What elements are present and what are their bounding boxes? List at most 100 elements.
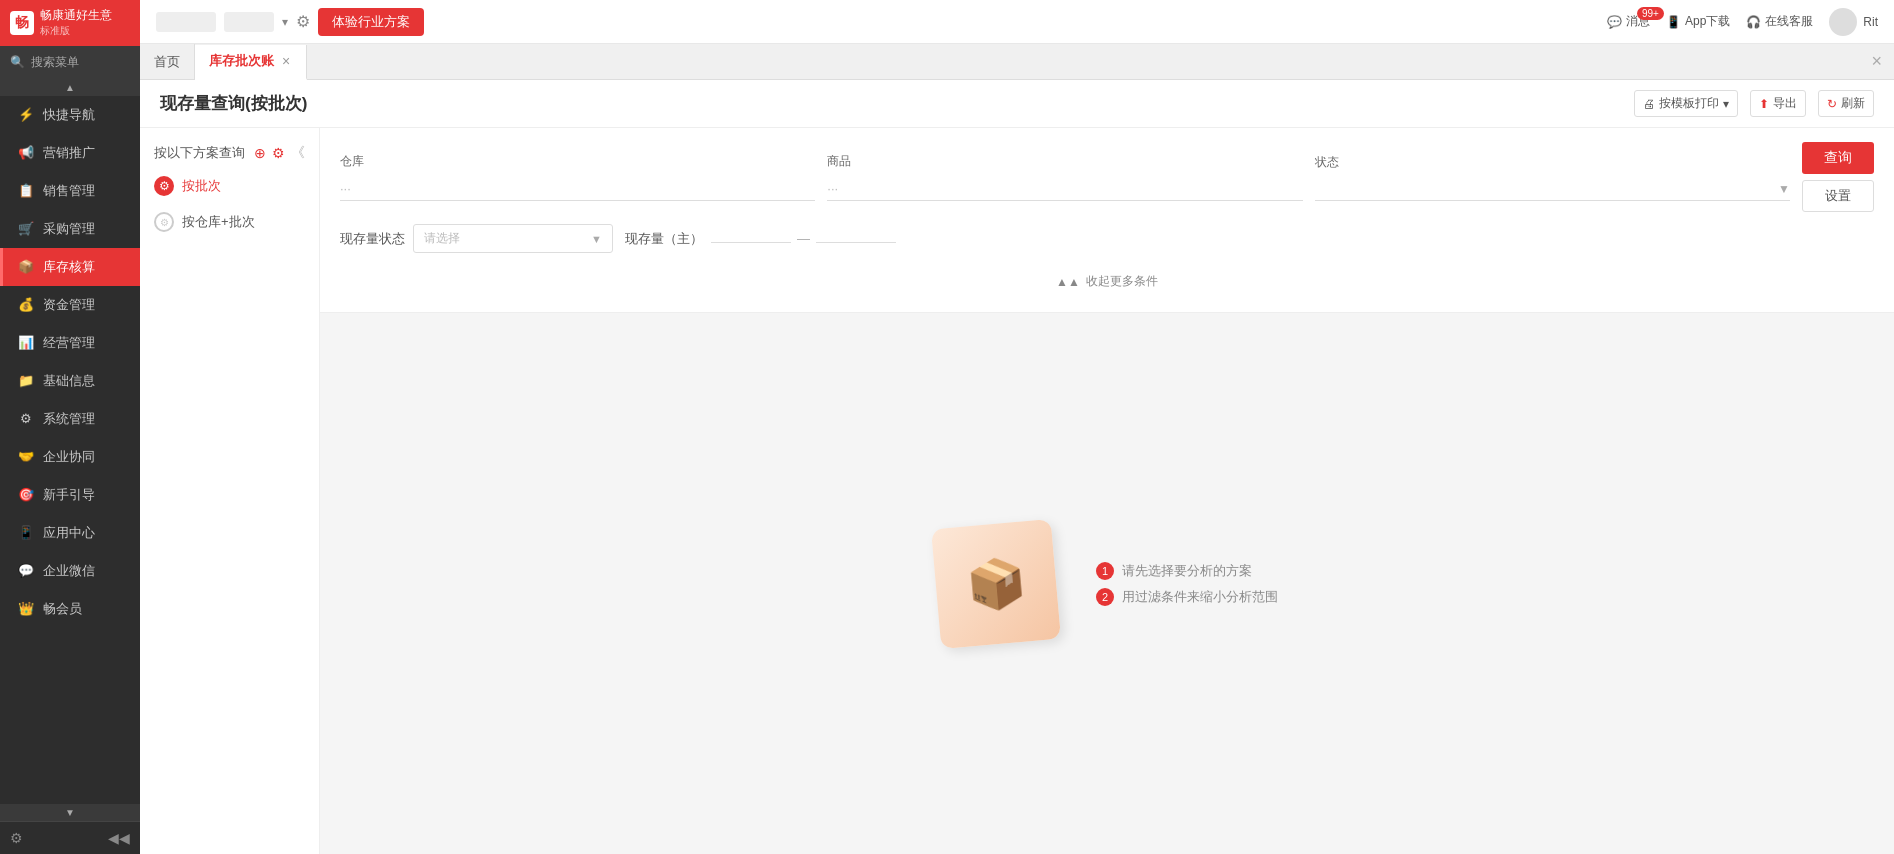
sidebar-item-marketing[interactable]: 📢 营销推广 (0, 134, 140, 172)
stock-qty-group: 现存量（主） — (625, 230, 896, 248)
breadcrumb (156, 12, 274, 32)
export-button[interactable]: ⬆ 导出 (1750, 90, 1806, 117)
app-download-button[interactable]: 📱 App下载 (1666, 13, 1730, 30)
sidebar-item-label: 系统管理 (43, 410, 95, 428)
warehouse-input[interactable]: ··· (340, 177, 815, 201)
sidebar-item-label: 畅会员 (43, 600, 82, 618)
appstore-icon: 📱 (17, 524, 35, 542)
print-label: 按模板打印 (1659, 95, 1719, 112)
status-field: 状态 ▼ (1315, 154, 1790, 201)
collapse-sidebar-icon[interactable]: ◀◀ (108, 830, 130, 846)
sidebar-item-label: 企业微信 (43, 562, 95, 580)
app-version: 标准版 (40, 24, 112, 38)
form-action-buttons: 查询 设置 (1802, 142, 1874, 212)
filter-option-batch-label: 按批次 (182, 177, 221, 195)
filter-panel-header: 按以下方案查询 ⊕ ⚙ 《 (140, 138, 319, 168)
breadcrumb-nav (224, 12, 274, 32)
filter-option-warehouse-batch[interactable]: ⚙ 按仓库+批次 (140, 204, 319, 240)
sidebar: 畅 畅康通好生意 标准版 🔍 搜索菜单 ▲ ⚡ 快捷导航 📢 营销推广 📋 销售… (0, 0, 140, 854)
system-icon: ⚙ (17, 410, 35, 428)
stock-status-select[interactable]: 请选择 ▼ (413, 224, 613, 253)
page-title: 现存量查询(按批次) (160, 92, 307, 115)
status-dropdown[interactable]: ▼ (1315, 178, 1790, 201)
stock-qty-label: 现存量（主） (625, 230, 703, 248)
batch-filter-icon: ⚙ (154, 176, 174, 196)
filter-option-batch[interactable]: ⚙ 按批次 (140, 168, 319, 204)
customer-service-button[interactable]: 🎧 在线客服 (1746, 13, 1813, 30)
stock-status-group: 现存量状态 请选择 ▼ (340, 224, 613, 253)
collapse-up-icon: ▲▲ (1056, 275, 1080, 289)
settings-button[interactable]: 设置 (1802, 180, 1874, 212)
warehouse-label: 仓库 (340, 153, 815, 170)
query-button[interactable]: 查询 (1802, 142, 1874, 174)
sidebar-item-label: 库存核算 (43, 258, 95, 276)
app-name: 畅康通好生意 (40, 8, 112, 24)
sidebar-item-purchase[interactable]: 🛒 采购管理 (0, 210, 140, 248)
sidebar-item-newbie[interactable]: 🎯 新手引导 (0, 476, 140, 514)
trial-button[interactable]: 体验行业方案 (318, 8, 424, 36)
topbar-dropdown-icon[interactable]: ▾ (282, 15, 288, 29)
filter-panel-title: 按以下方案查询 (154, 144, 245, 162)
stock-qty-min-input[interactable] (711, 234, 791, 243)
settings-icon[interactable]: ⚙ (10, 830, 23, 846)
topbar-right: 💬 消息 99+ 📱 App下载 🎧 在线客服 Rit (1607, 8, 1878, 36)
status-dropdown-arrow: ▼ (1778, 182, 1790, 196)
warehouse-batch-filter-icon: ⚙ (154, 212, 174, 232)
sales-icon: 📋 (17, 182, 35, 200)
export-icon: ⬆ (1759, 97, 1769, 111)
app-logo: 畅 (10, 11, 34, 35)
print-button[interactable]: 🖨 按模板打印 ▾ (1634, 90, 1738, 117)
tab-home-label: 首页 (154, 53, 180, 71)
sidebar-item-shortcut[interactable]: ⚡ 快捷导航 (0, 96, 140, 134)
sidebar-item-basic[interactable]: 📁 基础信息 (0, 362, 140, 400)
batch-icon-inner: ⚙ (159, 179, 170, 193)
sidebar-item-label: 销售管理 (43, 182, 95, 200)
empty-tip-2: 2 用过滤条件来缩小分析范围 (1096, 588, 1278, 606)
collapse-panel-icon[interactable]: 《 (291, 144, 305, 162)
enterprise-icon: 🤝 (17, 448, 35, 466)
search-menu-bar[interactable]: 🔍 搜索菜单 (0, 46, 140, 79)
add-filter-icon[interactable]: ⊕ (254, 145, 266, 161)
edit-filter-icon[interactable]: ⚙ (272, 145, 285, 161)
notice-icon: 💬 (1607, 15, 1622, 29)
tip-text-1: 请先选择要分析的方案 (1122, 562, 1252, 580)
scroll-up-arrow[interactable]: ▲ (0, 79, 140, 96)
collapse-bar[interactable]: ▲▲ 收起更多条件 (340, 265, 1874, 298)
sidebar-item-label: 经营管理 (43, 334, 95, 352)
export-label: 导出 (1773, 95, 1797, 112)
empty-tip-1: 1 请先选择要分析的方案 (1096, 562, 1278, 580)
print-dropdown-icon: ▾ (1723, 97, 1729, 111)
sidebar-item-sales[interactable]: 📋 销售管理 (0, 172, 140, 210)
sidebar-item-operations[interactable]: 📊 经营管理 (0, 324, 140, 362)
sidebar-item-wechat[interactable]: 💬 企业微信 (0, 552, 140, 590)
tab-home[interactable]: 首页 (140, 44, 195, 79)
service-icon: 🎧 (1746, 15, 1761, 29)
tab-close-button[interactable]: × (280, 53, 292, 69)
sidebar-nav: ⚡ 快捷导航 📢 营销推广 📋 销售管理 🛒 采购管理 📦 库存核算 💰 资金管… (0, 96, 140, 804)
stock-qty-max-input[interactable] (816, 234, 896, 243)
sidebar-item-enterprise[interactable]: 🤝 企业协同 (0, 438, 140, 476)
print-icon: 🖨 (1643, 97, 1655, 111)
stock-qty-range: — (711, 231, 896, 246)
topbar-settings-icon[interactable]: ⚙ (296, 12, 310, 31)
sidebar-item-inventory[interactable]: 📦 库存核算 (0, 248, 140, 286)
sidebar-item-system[interactable]: ⚙ 系统管理 (0, 400, 140, 438)
notice-button[interactable]: 💬 消息 99+ (1607, 13, 1650, 30)
refresh-icon: ↻ (1827, 97, 1837, 111)
empty-tips: 1 请先选择要分析的方案 2 用过滤条件来缩小分析范围 (1096, 562, 1278, 606)
refresh-button[interactable]: ↻ 刷新 (1818, 90, 1874, 117)
stock-status-placeholder: 请选择 (424, 230, 587, 247)
user-area[interactable]: Rit (1829, 8, 1878, 36)
vip-icon: 👑 (17, 600, 35, 618)
scroll-down-arrow[interactable]: ▼ (0, 804, 140, 821)
close-page-button[interactable]: × (1859, 51, 1894, 72)
sidebar-item-vip[interactable]: 👑 畅会员 (0, 590, 140, 628)
tab-batch[interactable]: 库存批次账 × (195, 45, 307, 80)
goods-input[interactable]: ··· (827, 177, 1302, 201)
tip-text-2: 用过滤条件来缩小分析范围 (1122, 588, 1278, 606)
sidebar-item-appstore[interactable]: 📱 应用中心 (0, 514, 140, 552)
shortcut-icon: ⚡ (17, 106, 35, 124)
sidebar-item-label: 快捷导航 (43, 106, 95, 124)
sidebar-item-finance[interactable]: 💰 资金管理 (0, 286, 140, 324)
purchase-icon: 🛒 (17, 220, 35, 238)
